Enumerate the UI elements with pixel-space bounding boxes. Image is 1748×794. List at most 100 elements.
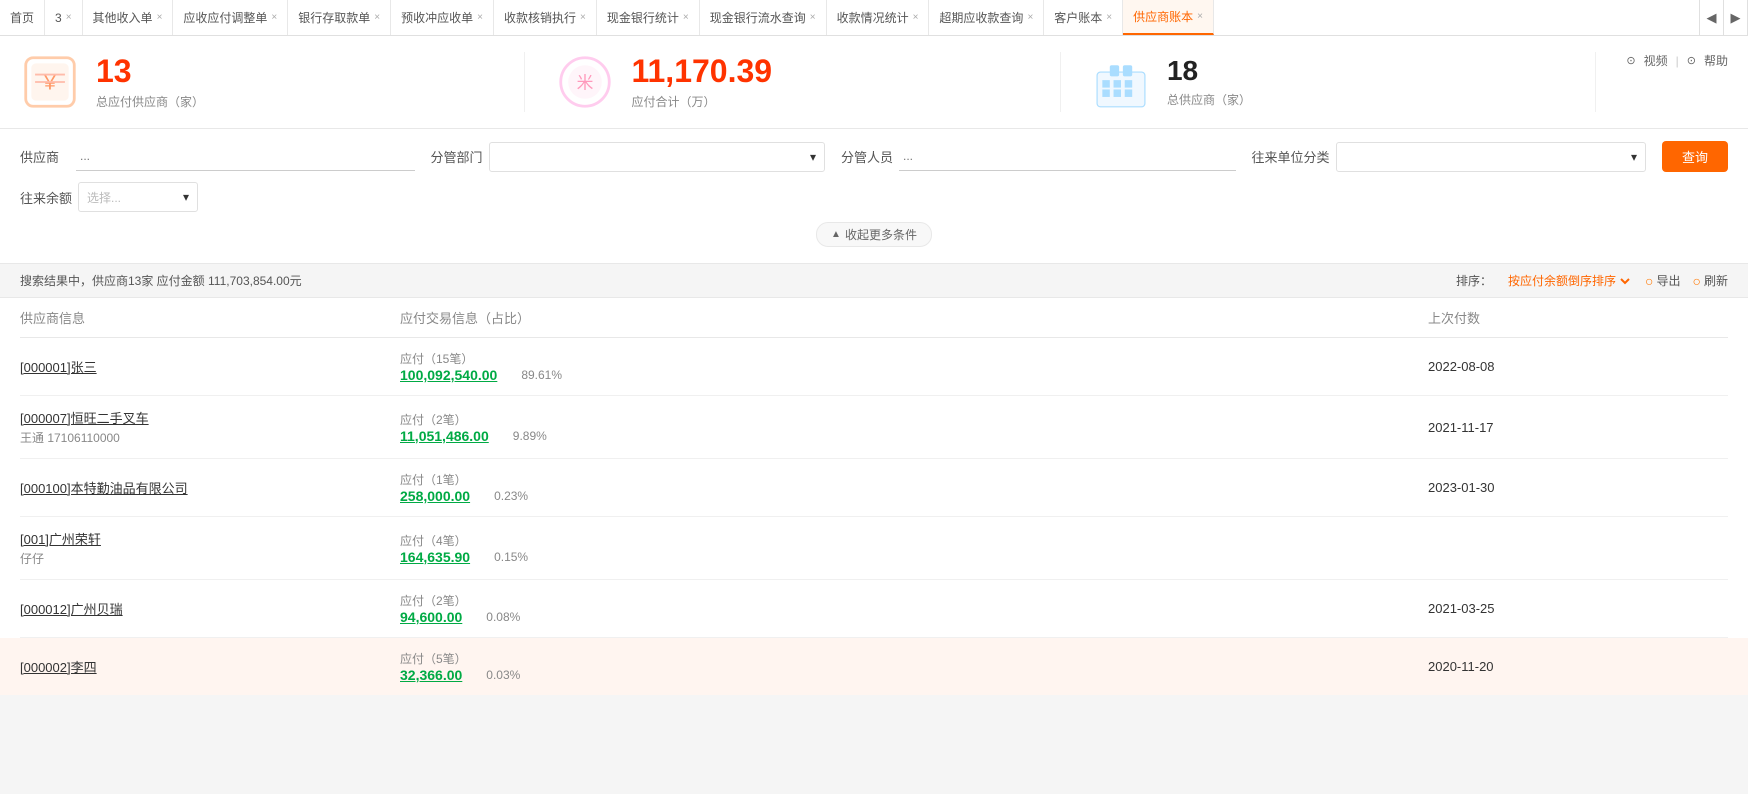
- nav-tab-bank-deposit[interactable]: 银行存取款单 ×: [288, 0, 391, 35]
- close-icon[interactable]: ×: [1106, 12, 1112, 23]
- payable-suppliers-number: 13: [96, 54, 204, 89]
- supplier-info-3: [000100]本特勤油品有限公司: [20, 478, 400, 497]
- supplier-label: 供应商: [20, 147, 70, 166]
- svg-text:米: 米: [577, 74, 594, 93]
- total-suppliers-icon: [1091, 52, 1151, 112]
- dept-select[interactable]: ▾: [489, 142, 825, 172]
- supplier-link-4[interactable]: [001]广州荣轩: [20, 529, 400, 548]
- trade-pct-5: 0.08%: [486, 610, 520, 624]
- nav-tab-prepay-offset[interactable]: 预收冲应收单 ×: [391, 0, 494, 35]
- results-summary: 搜索结果中，供应商13家 应付金额 111,703,854.00元: [20, 272, 302, 289]
- close-icon[interactable]: ×: [374, 12, 380, 23]
- query-button[interactable]: 查询: [1662, 141, 1728, 172]
- chevron-down-icon: ▾: [1631, 150, 1637, 164]
- close-icon[interactable]: ×: [810, 12, 816, 23]
- balance-select[interactable]: 选择... ▾: [78, 182, 198, 212]
- trade-label-6: 应付（5笔）: [400, 650, 1428, 667]
- nav-tab-3[interactable]: 3 ×: [45, 0, 83, 35]
- supplier-link-3[interactable]: [000100]本特勤油品有限公司: [20, 478, 400, 497]
- supplier-info-1: [000001]张三: [20, 357, 400, 376]
- close-icon[interactable]: ×: [1027, 12, 1033, 23]
- nav-tab-collection-stats[interactable]: 收款情况统计 ×: [827, 0, 930, 35]
- close-icon[interactable]: ×: [1197, 11, 1203, 22]
- trade-amount-3[interactable]: 258,000.00: [400, 488, 470, 504]
- filter-person: 分管人员: [841, 143, 1236, 171]
- last-payment-6: 2020-11-20: [1428, 659, 1728, 674]
- collapse-button[interactable]: ▲ 收起更多条件: [816, 222, 932, 247]
- person-label: 分管人员: [841, 147, 893, 166]
- supplier-link-1[interactable]: [000001]张三: [20, 357, 400, 376]
- top-right-links: ⊙ 视频 | ⊙ 帮助: [1626, 52, 1728, 69]
- table-header: 供应商信息 应付交易信息（占比） 上次付数: [20, 298, 1728, 338]
- filter-row-1: 供应商 分管部门 ▾ 分管人员 往来单位分类 ▾ 查询: [20, 141, 1728, 172]
- total-suppliers-number: 18: [1167, 56, 1251, 87]
- nav-tab-cash-bank-flow[interactable]: 现金银行流水查询 ×: [700, 0, 827, 35]
- close-icon[interactable]: ×: [271, 12, 277, 23]
- trade-amount-6[interactable]: 32,366.00: [400, 667, 462, 683]
- nav-arrow-left[interactable]: ◀: [1700, 0, 1724, 36]
- refresh-button[interactable]: ○ 刷新: [1693, 272, 1728, 289]
- last-payment-5: 2021-03-25: [1428, 601, 1728, 616]
- trade-amount-1[interactable]: 100,092,540.00: [400, 367, 497, 383]
- nav-tab-home[interactable]: 首页: [0, 0, 45, 35]
- header-supplier: 供应商信息: [20, 308, 400, 327]
- sort-label: 排序：: [1456, 272, 1492, 289]
- video-link[interactable]: 视频: [1644, 52, 1668, 69]
- nav-tab-cash-bank-stats[interactable]: 现金银行统计 ×: [597, 0, 700, 35]
- help-link[interactable]: 帮助: [1704, 52, 1728, 69]
- nav-arrow-right[interactable]: ▶: [1724, 0, 1748, 36]
- supplier-sub-4: 仔仔: [20, 550, 400, 567]
- category-label: 往来单位分类: [1252, 147, 1330, 166]
- table-row: [000012]广州贝瑞 应付（2笔） 94,600.00 0.08% 2021…: [20, 580, 1728, 638]
- payable-total-number: 11,170.39: [631, 54, 772, 89]
- table-row: [000007]恒旺二手叉车 王通 17106110000 应付（2笔） 11,…: [20, 396, 1728, 459]
- trade-info-5: 应付（2笔） 94,600.00 0.08%: [400, 592, 1428, 625]
- chevron-down-icon: ▾: [183, 190, 189, 204]
- nav-arrows: ◀ ▶: [1699, 0, 1748, 36]
- close-icon[interactable]: ×: [66, 12, 72, 23]
- trade-amount-4[interactable]: 164,635.90: [400, 549, 470, 565]
- close-icon[interactable]: ×: [913, 12, 919, 23]
- nav-tab-customer-ledger[interactable]: 客户账本 ×: [1044, 0, 1123, 35]
- dept-label: 分管部门: [431, 147, 483, 166]
- nav-tab-ar-ap-adjust[interactable]: 应收应付调整单 ×: [173, 0, 288, 35]
- filter-area: 供应商 分管部门 ▾ 分管人员 往来单位分类 ▾ 查询 往来余额 选择: [0, 129, 1748, 264]
- header-last-payment: 上次付数: [1428, 308, 1728, 327]
- trade-label-5: 应付（2笔）: [400, 592, 1428, 609]
- trade-amount-2[interactable]: 11,051,486.00: [400, 428, 489, 444]
- export-button[interactable]: ○ 导出: [1645, 272, 1680, 289]
- summary-item-total-suppliers: 18 总供应商（家）: [1091, 52, 1596, 112]
- supplier-input[interactable]: [76, 143, 415, 171]
- supplier-link-5[interactable]: [000012]广州贝瑞: [20, 599, 400, 618]
- export-icon: ○: [1645, 273, 1653, 289]
- supplier-sub-2: 王通 17106110000: [20, 429, 400, 446]
- balance-placeholder: 选择...: [87, 189, 121, 206]
- supplier-info-6: [000002]李四: [20, 657, 400, 676]
- summary-bar: ¥ 13 总应付供应商（家） 米 11,170.39 应付合计（万）: [0, 36, 1748, 129]
- table-row: [000100]本特勤油品有限公司 应付（1笔） 258,000.00 0.23…: [20, 459, 1728, 517]
- payable-suppliers-label: 总应付供应商（家）: [96, 93, 204, 110]
- trade-info-1: 应付（15笔） 100,092,540.00 89.61%: [400, 350, 1428, 383]
- chevron-down-icon: ▾: [810, 150, 816, 164]
- close-icon[interactable]: ×: [683, 12, 689, 23]
- close-icon[interactable]: ×: [157, 12, 163, 23]
- trade-amount-5[interactable]: 94,600.00: [400, 609, 462, 625]
- nav-tab-other-income[interactable]: 其他收入单 ×: [83, 0, 174, 35]
- total-suppliers-label: 总供应商（家）: [1167, 91, 1251, 108]
- supplier-link-2[interactable]: [000007]恒旺二手叉车: [20, 408, 400, 427]
- nav-tab-supplier-ledger[interactable]: 供应商账本 ×: [1123, 0, 1214, 35]
- sort-select[interactable]: 按应付余额倒序排序: [1504, 273, 1633, 289]
- nav-tab-collection-exec[interactable]: 收款核销执行 ×: [494, 0, 597, 35]
- close-icon[interactable]: ×: [580, 12, 586, 23]
- trade-pct-1: 89.61%: [521, 368, 562, 382]
- supplier-link-6[interactable]: [000002]李四: [20, 657, 400, 676]
- filter-balance: 往来余额 选择... ▾: [20, 182, 198, 212]
- summary-text-payable-suppliers: 13 总应付供应商（家）: [96, 54, 204, 110]
- table-row: [000001]张三 应付（15笔） 100,092,540.00 89.61%…: [20, 338, 1728, 396]
- results-right: 排序： 按应付余额倒序排序 ○ 导出 ○ 刷新: [1456, 272, 1728, 289]
- nav-tab-overdue-query[interactable]: 超期应收款查询 ×: [929, 0, 1044, 35]
- close-icon[interactable]: ×: [477, 12, 483, 23]
- category-select[interactable]: ▾: [1336, 142, 1646, 172]
- person-input[interactable]: [899, 143, 1235, 171]
- trade-label-1: 应付（15笔）: [400, 350, 1428, 367]
